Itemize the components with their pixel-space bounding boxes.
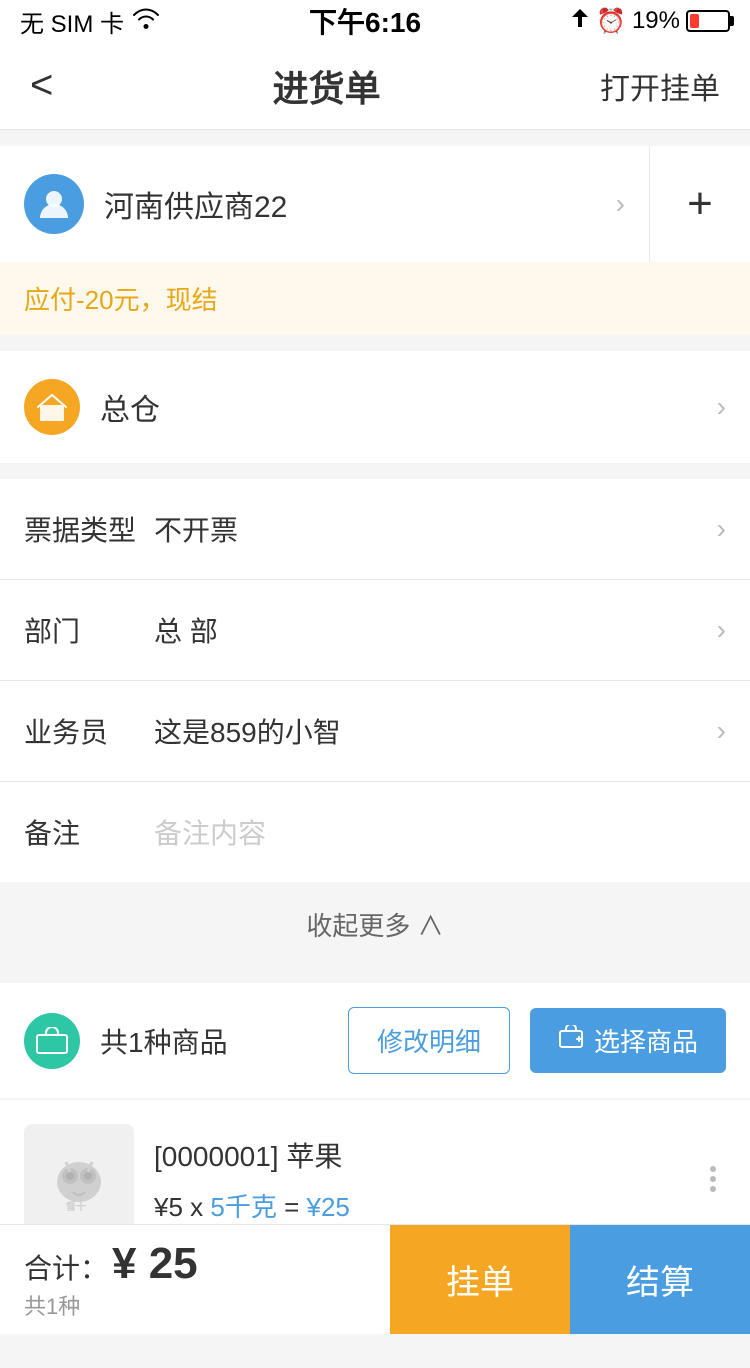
product-count: 共1种商品 — [100, 1021, 328, 1061]
page-title: 进货单 — [273, 60, 381, 112]
bottom-actions: 挂单 结算 — [390, 1225, 750, 1334]
status-right: ⏰ 19% — [570, 7, 730, 36]
bottom-bar: 合计： ¥ 25 共1种 挂单 结算 — [0, 1224, 750, 1334]
warehouse-row[interactable]: 总仓 › — [0, 351, 750, 463]
department-label: 部门 — [24, 610, 154, 650]
location-icon — [570, 7, 590, 36]
warehouse-name: 总仓 — [100, 385, 717, 429]
select-product-button[interactable]: 选择商品 — [530, 1008, 726, 1073]
total-label: 合计： — [24, 1247, 108, 1287]
supplier-avatar — [24, 174, 84, 234]
select-product-label: 选择商品 — [594, 1022, 698, 1059]
salesperson-chevron: › — [717, 715, 726, 747]
remark-placeholder: 备注内容 — [154, 812, 726, 852]
back-button[interactable]: < — [30, 63, 53, 108]
supplier-name: 河南供应商22 — [104, 182, 616, 226]
supplier-row[interactable]: 河南供应商22 › — [0, 146, 650, 262]
nav-bar: < 进货单 打开挂单 — [0, 42, 750, 130]
product-name: [0000001] 苹果 — [154, 1135, 680, 1175]
section-gap-2 — [0, 335, 750, 351]
battery-percentage: 19% — [632, 7, 680, 35]
alarm-icon: ⏰ — [596, 7, 626, 36]
collapse-button[interactable]: 收起更多 ∧ — [0, 882, 750, 967]
section-gap-3 — [0, 463, 750, 479]
edit-detail-button[interactable]: 修改明细 — [348, 1007, 510, 1074]
open-hang-button[interactable]: 打开挂单 — [600, 64, 720, 108]
supplier-section: 河南供应商22 › + — [0, 146, 750, 262]
status-left: 无 SIM 卡 — [20, 4, 160, 39]
total-amount: ¥ 25 — [112, 1239, 198, 1289]
product-icon — [24, 1013, 80, 1069]
product-info: [0000001] 苹果 ¥5 x 5千克 = ¥25 — [154, 1135, 680, 1224]
product-header: 共1种商品 修改明细 选择商品 — [0, 983, 750, 1098]
invoice-type-chevron: › — [717, 513, 726, 545]
battery-icon — [686, 10, 730, 32]
add-supplier-button[interactable]: + — [650, 151, 750, 257]
department-row[interactable]: 部门 总 部 › — [0, 580, 750, 680]
wifi-icon — [132, 7, 160, 36]
invoice-type-label: 票据类型 — [24, 509, 154, 549]
salesperson-row[interactable]: 业务员 这是859的小智 › — [0, 681, 750, 781]
warehouse-icon — [24, 379, 80, 435]
total-section: 合计： ¥ 25 共1种 — [0, 1225, 390, 1334]
remark-label: 备注 — [24, 812, 154, 852]
section-gap-1 — [0, 130, 750, 146]
salesperson-label: 业务员 — [24, 711, 154, 751]
total-count: 共1种 — [24, 1289, 366, 1321]
hang-button[interactable]: 挂单 — [390, 1225, 570, 1334]
invoice-type-value: 不开票 — [154, 509, 717, 549]
remark-row[interactable]: 备注 备注内容 — [0, 782, 750, 882]
select-icon — [558, 1025, 586, 1056]
invoice-type-row[interactable]: 票据类型 不开票 › — [0, 479, 750, 579]
checkout-button[interactable]: 结算 — [570, 1225, 750, 1334]
product-more-button[interactable] — [700, 1156, 726, 1202]
warehouse-chevron: › — [717, 391, 726, 423]
product-thumbnail: 督十 — [24, 1124, 134, 1234]
product-price: ¥5 x 5千克 = ¥25 — [154, 1187, 680, 1224]
supplier-chevron: › — [616, 188, 625, 220]
department-value: 总 部 — [154, 610, 717, 650]
department-chevron: › — [717, 614, 726, 646]
section-gap-4 — [0, 967, 750, 983]
salesperson-value: 这是859的小智 — [154, 711, 717, 751]
owl-logo: 督十 — [44, 1144, 114, 1214]
svg-text:督十: 督十 — [66, 1200, 86, 1213]
notice-bar: 应付-20元，现结 — [0, 262, 750, 335]
status-bar: 无 SIM 卡 下午6:16 ⏰ 19% — [0, 0, 750, 42]
carrier-label: 无 SIM 卡 — [20, 4, 124, 39]
status-time: 下午6:16 — [309, 1, 421, 41]
